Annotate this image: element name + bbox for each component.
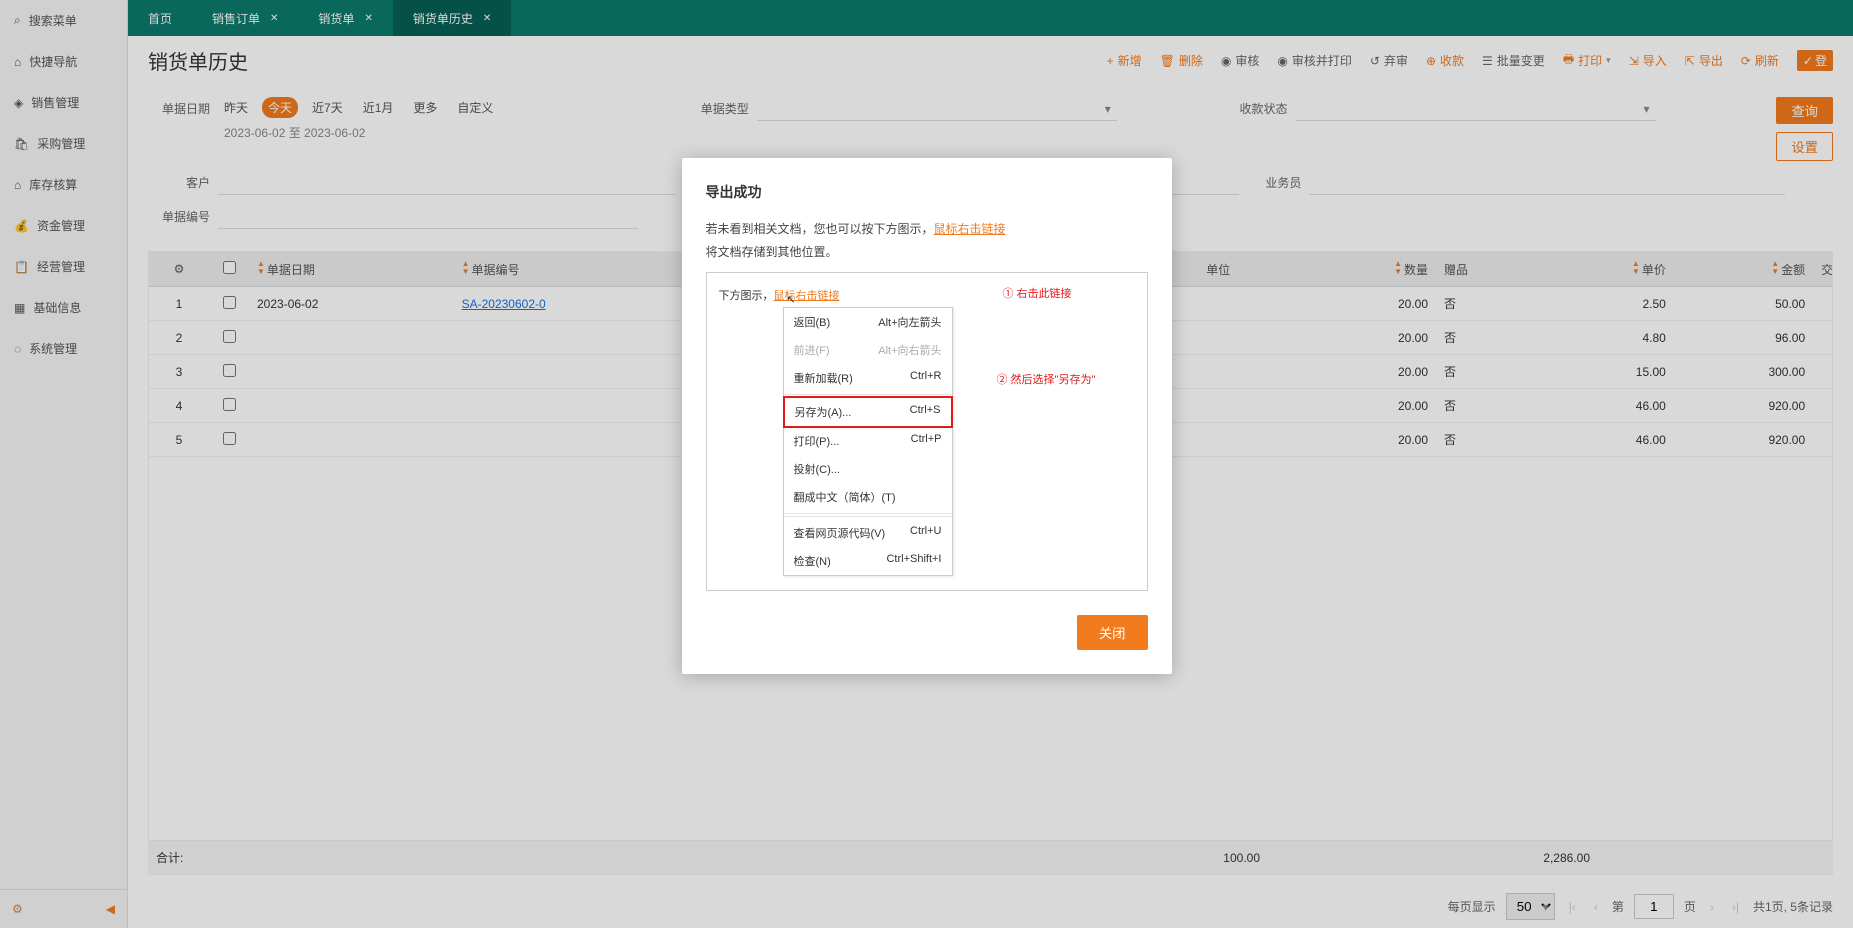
modal-title: 导出成功 [706,182,1148,202]
export-success-modal: 导出成功 若未看到相关文档，您也可以按下方图示，鼠标右击链接 将文档存储到其他位… [682,158,1172,674]
context-menu-item: 投射(C)... [784,455,952,483]
context-menu-item: 打印(P)...Ctrl+P [784,427,952,455]
cursor-icon: ↖ [787,293,796,306]
context-menu-diagram: 返回(B)Alt+向左箭头前进(F)Alt+向右箭头重新加载(R)Ctrl+R 另… [783,307,953,576]
download-link[interactable]: 鼠标右击链接 [934,222,1006,236]
context-menu-item: 另存为(A)...Ctrl+S [783,396,953,428]
context-menu-item: 查看网页源代码(V)Ctrl+U [784,519,952,547]
callout-1: ① 右击此链接 [1003,285,1072,301]
close-modal-button[interactable]: 关闭 [1077,615,1148,650]
modal-text-1: 若未看到相关文档，您也可以按下方图示， [706,222,934,236]
instruction-diagram: 下方图示，鼠标右击链接 ↖ ① 右击此链接 ② 然后选择"另存为" 返回(B)A… [706,272,1148,591]
callout-2: ② 然后选择"另存为" [997,371,1096,387]
context-menu-item: 检查(N)Ctrl+Shift+I [784,547,952,575]
modal-overlay[interactable]: 导出成功 若未看到相关文档，您也可以按下方图示，鼠标右击链接 将文档存储到其他位… [0,0,1853,928]
context-menu-item: 重新加载(R)Ctrl+R [784,364,952,392]
hint-link-text: 鼠标右击链接 [774,290,840,302]
context-menu-item: 翻成中文（简体）(T) [784,483,952,511]
modal-text-2: 将文档存储到其他位置。 [706,243,1148,260]
context-menu-item: 返回(B)Alt+向左箭头 [784,308,952,336]
context-menu-item: 前进(F)Alt+向右箭头 [784,336,952,364]
hint-pre-text: 下方图示， [719,290,774,302]
